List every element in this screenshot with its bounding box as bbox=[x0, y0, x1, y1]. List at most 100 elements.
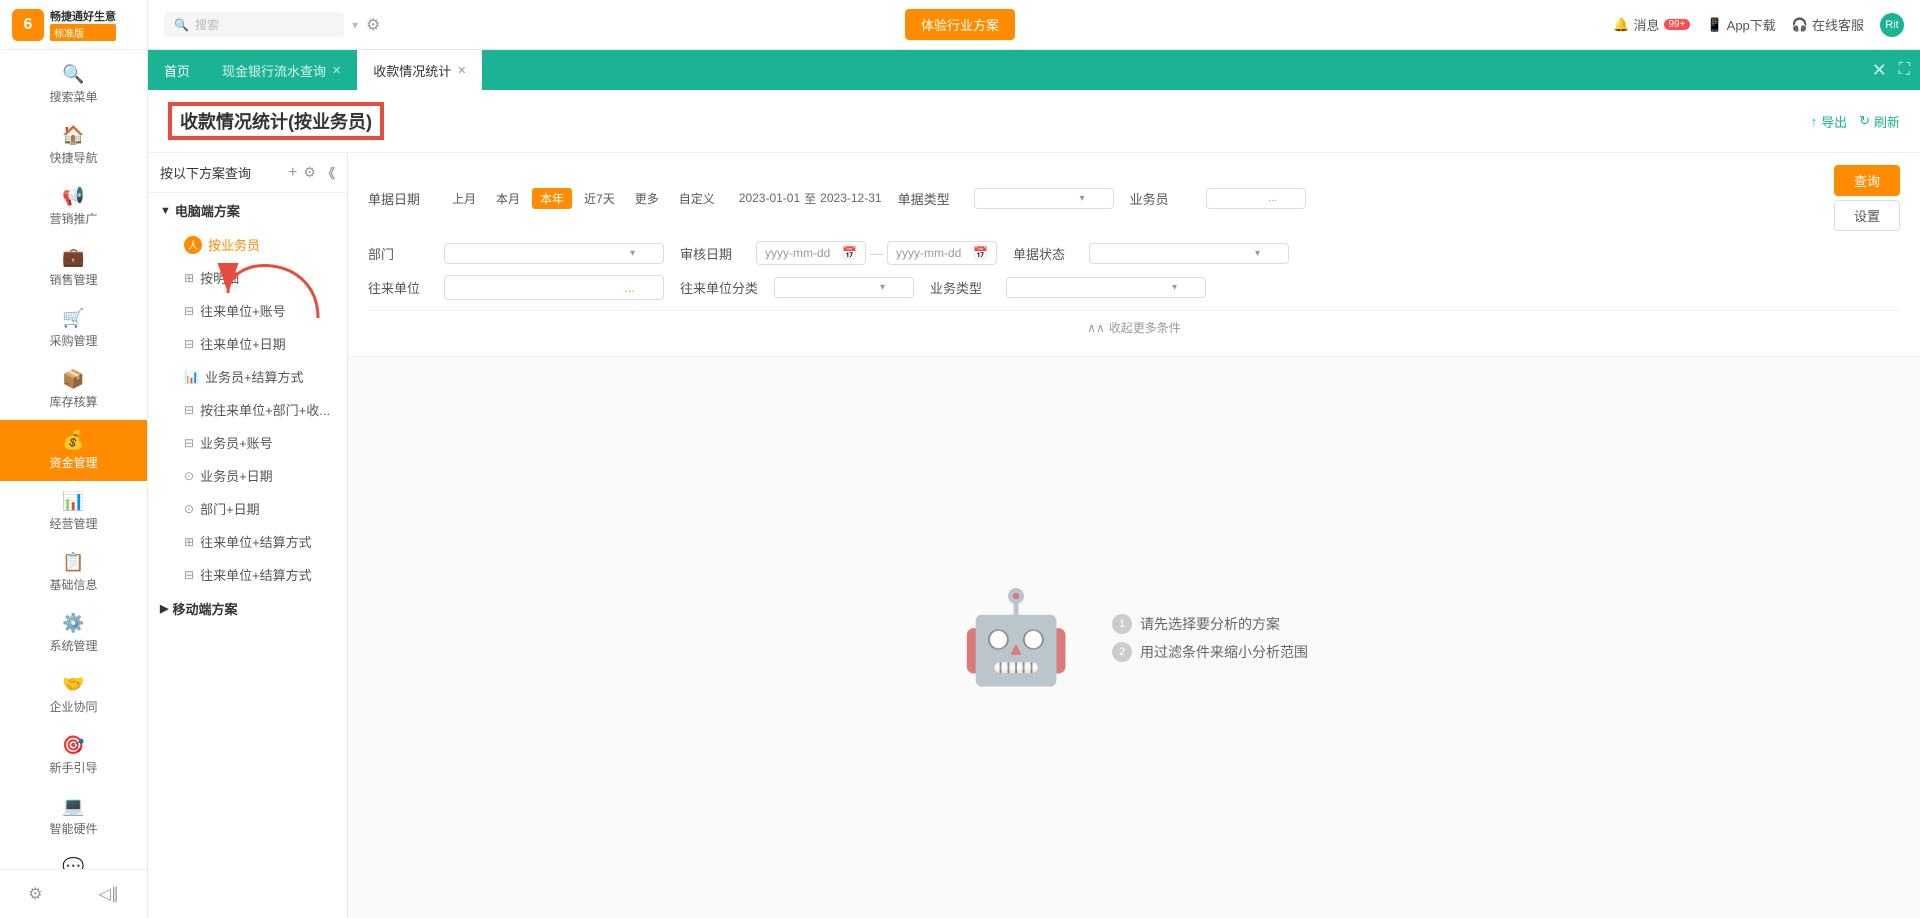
date-tab-more[interactable]: 更多 bbox=[627, 188, 667, 209]
app-download-btn[interactable]: 📱 App下载 bbox=[1706, 15, 1775, 34]
date-separator: 至 bbox=[804, 190, 816, 207]
close-window-icon[interactable]: ✕ bbox=[1872, 60, 1887, 81]
tab-bank-close[interactable]: ✕ bbox=[332, 64, 341, 77]
tree-item-dept-date[interactable]: ⊙ 部门+日期 bbox=[172, 492, 347, 525]
user-avatar[interactable]: Rit bbox=[1880, 13, 1904, 37]
tree-item-partner-account[interactable]: ⊟ 往来单位+账号 bbox=[172, 294, 347, 327]
tab-bank[interactable]: 现金银行流水查询 ✕ bbox=[206, 50, 357, 90]
salesperson-label: 业务员 bbox=[1130, 189, 1190, 208]
tab-receipt[interactable]: 收款情况统计 ✕ bbox=[357, 50, 482, 90]
notification-btn[interactable]: 🔔 消息 99+ bbox=[1613, 15, 1690, 34]
content-area: 按以下方案查询 + ⚙ 《 ▼ 电脑端方案 人 按业务员 ⊞ bbox=[148, 153, 1920, 918]
settings-btn[interactable]: ⚙ bbox=[24, 880, 46, 908]
date-tab-custom[interactable]: 自定义 bbox=[671, 188, 723, 209]
left-panel-actions: + ⚙ 《 bbox=[288, 163, 335, 182]
doc-type-label: 单据类型 bbox=[898, 189, 958, 208]
tab-home[interactable]: 首页 bbox=[148, 50, 206, 90]
collapse-label: 收起更多条件 bbox=[1109, 319, 1181, 336]
topbar-arrow[interactable]: ▾ bbox=[352, 18, 358, 32]
detail-icon: ⊞ bbox=[184, 271, 194, 285]
tip-text-1: 请先选择要分析的方案 bbox=[1140, 614, 1280, 634]
tree-item-label: 按业务员 bbox=[208, 235, 260, 254]
gear-icon[interactable]: ⚙ bbox=[366, 15, 380, 35]
date-tab-last-month[interactable]: 上月 bbox=[444, 188, 484, 209]
dept-select[interactable]: ▾ bbox=[444, 243, 664, 264]
collapse-sidebar-btn[interactable]: ◁∥ bbox=[95, 880, 123, 908]
doc-status-select[interactable]: ▾ bbox=[1089, 243, 1289, 264]
more-icon[interactable]: ... bbox=[624, 280, 635, 295]
date-label: 单据日期 bbox=[368, 189, 428, 208]
system-icon: ⚙️ bbox=[62, 613, 84, 634]
review-date-to[interactable]: yyyy-mm-dd 📅 bbox=[887, 241, 997, 265]
sidebar-item-guide[interactable]: 🎯 新手引导 bbox=[0, 725, 147, 786]
empty-content: 🤖 1 请先选择要分析的方案 2 用过滤条件来缩小分析范围 bbox=[960, 585, 1308, 690]
app-tag: 标准版 bbox=[50, 24, 116, 41]
date-tab-this-month[interactable]: 本月 bbox=[488, 188, 528, 209]
refresh-btn[interactable]: ↻ 刷新 bbox=[1859, 112, 1900, 131]
sidebar-item-basic[interactable]: 📋 基础信息 bbox=[0, 542, 147, 603]
sidebar-item-purchase[interactable]: 🛒 采购管理 bbox=[0, 298, 147, 359]
scheme-settings-btn[interactable]: ⚙ bbox=[303, 164, 316, 181]
sidebar-item-nav[interactable]: 🏠 快捷导航 bbox=[0, 115, 147, 176]
query-button[interactable]: 查询 bbox=[1834, 165, 1900, 196]
tree-item-salesperson-settle[interactable]: 📊 业务员+结算方式 bbox=[172, 360, 347, 393]
sidebar-item-enterprise[interactable]: 🤝 企业协同 bbox=[0, 664, 147, 725]
date-to: 2023-12-31 bbox=[820, 191, 881, 205]
tab-receipt-close[interactable]: ✕ bbox=[457, 64, 466, 77]
sidebar-item-operation[interactable]: 📊 经营管理 bbox=[0, 481, 147, 542]
tree-item-by-detail[interactable]: ⊞ 按明细 bbox=[172, 261, 347, 294]
salesperson-select[interactable]: ... bbox=[1206, 188, 1306, 209]
avatar: Rit bbox=[1880, 13, 1904, 37]
chevron-down-icon: ▾ bbox=[1255, 248, 1260, 259]
online-service-btn[interactable]: 🎧 在线客服 bbox=[1792, 15, 1864, 34]
collapse-bar[interactable]: ∧∧ 收起更多条件 bbox=[368, 310, 1900, 344]
sidebar-item-label: 采购管理 bbox=[49, 332, 97, 349]
tree-item-label: 往来单位+结算方式 bbox=[200, 532, 312, 551]
doc-type-select[interactable]: ▾ bbox=[974, 188, 1114, 209]
biz-type-select[interactable]: ▾ bbox=[1006, 277, 1206, 298]
tree-section-pc: ▼ 电脑端方案 bbox=[148, 193, 347, 228]
sidebar-footer: ⚙ ◁∥ bbox=[0, 869, 147, 918]
date-from: 2023-01-01 bbox=[739, 191, 800, 205]
headset-icon: 🎧 bbox=[1792, 17, 1808, 33]
sidebar-item-marketing[interactable]: 📢 营销推广 bbox=[0, 176, 147, 237]
date-tab-7days[interactable]: 近7天 bbox=[576, 188, 623, 209]
partner-classify-select[interactable]: ▾ bbox=[774, 277, 914, 298]
chevron-down-icon: ▾ bbox=[1080, 193, 1085, 204]
tree-item-partner-settle2[interactable]: ⊟ 往来单位+结算方式 bbox=[172, 558, 347, 591]
tree-item-partner-settle[interactable]: ⊞ 往来单位+结算方式 bbox=[172, 525, 347, 558]
expand-icon[interactable]: ⛶ bbox=[1899, 61, 1910, 79]
add-scheme-btn[interactable]: + bbox=[288, 164, 297, 182]
trial-btn[interactable]: 体验行业方案 bbox=[905, 9, 1015, 40]
sidebar-item-label: 营销推广 bbox=[49, 210, 97, 227]
empty-state: 🤖 1 请先选择要分析的方案 2 用过滤条件来缩小分析范围 bbox=[348, 357, 1920, 918]
tree-item-salesperson-account[interactable]: ⊟ 业务员+账号 bbox=[172, 426, 347, 459]
tree-section-mobile[interactable]: ▶ 移动端方案 bbox=[148, 591, 347, 626]
sidebar-item-wechat[interactable]: 💬 企业微信 bbox=[0, 847, 147, 869]
export-btn[interactable]: ↑ 导出 bbox=[1811, 112, 1848, 131]
tip-num-1: 1 bbox=[1112, 614, 1132, 634]
tree-item-partner-date[interactable]: ⊟ 往来单位+日期 bbox=[172, 327, 347, 360]
set-button[interactable]: 设置 bbox=[1834, 200, 1900, 231]
tree-item-salesperson-date[interactable]: ⊙ 业务员+日期 bbox=[172, 459, 347, 492]
notification-badge: 99+ bbox=[1664, 19, 1691, 30]
review-date-from[interactable]: yyyy-mm-dd 📅 bbox=[756, 241, 866, 265]
sidebar-item-label: 新手引导 bbox=[49, 759, 97, 776]
tree-item-by-salesperson[interactable]: 人 按业务员 bbox=[172, 228, 347, 261]
sidebar-item-sales[interactable]: 💼 销售管理 bbox=[0, 237, 147, 298]
partner-select[interactable]: ... bbox=[444, 275, 664, 300]
sidebar-item-search[interactable]: 🔍 搜索菜单 bbox=[0, 54, 147, 115]
tree-item-by-partner-dept[interactable]: ⊟ 按往来单位+部门+收... bbox=[172, 393, 347, 426]
logo-area: 6 畅捷通好生意 标准版 bbox=[0, 0, 147, 50]
sidebar-item-finance[interactable]: 💰 资金管理 bbox=[0, 420, 147, 481]
sidebar-item-system[interactable]: ⚙️ 系统管理 bbox=[0, 603, 147, 664]
search-box[interactable]: 🔍 搜索 bbox=[164, 12, 344, 37]
mobile-section-label: 移动端方案 bbox=[172, 599, 237, 618]
sidebar-item-hardware[interactable]: 💻 智能硬件 bbox=[0, 786, 147, 847]
sidebar-item-warehouse[interactable]: 📦 库存核算 bbox=[0, 359, 147, 420]
date-tab-this-year[interactable]: 本年 bbox=[532, 188, 572, 209]
tree-item-label: 业务员+账号 bbox=[200, 433, 273, 452]
sidebar-item-label: 基础信息 bbox=[49, 576, 97, 593]
filter-row-1: 单据日期 上月 本月 本年 近7天 更多 自定义 2023-01-01 至 20… bbox=[368, 165, 1900, 231]
collapse-panel-btn[interactable]: 《 bbox=[322, 163, 335, 182]
